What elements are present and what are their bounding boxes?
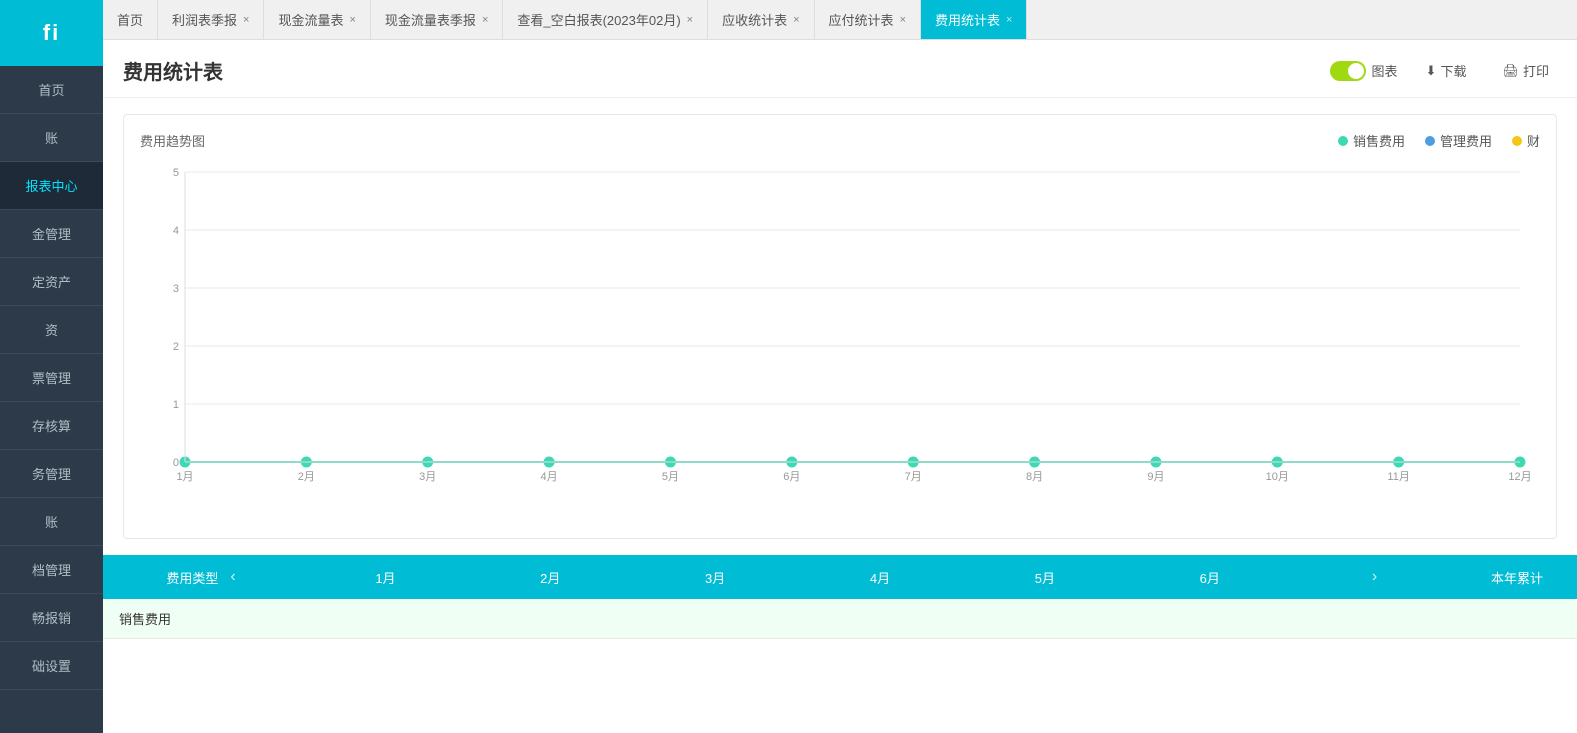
- svg-text:9月: 9月: [1147, 471, 1164, 483]
- print-icon: 🖨: [1502, 63, 1519, 79]
- svg-text:5: 5: [173, 167, 179, 179]
- sidebar-item-file-mgmt[interactable]: 档管理: [0, 546, 103, 594]
- sidebar-item-service-mgmt[interactable]: 务管理: [0, 450, 103, 498]
- th-month-1月: 1月: [303, 568, 468, 587]
- tab-close-expense-stats[interactable]: ×: [1006, 14, 1012, 26]
- tab-profit-quarterly[interactable]: 利润表季报×: [158, 0, 264, 39]
- th-month-4月: 4月: [798, 568, 963, 587]
- svg-text:10月: 10月: [1266, 471, 1289, 483]
- th-type: 费用类型‹: [103, 568, 303, 587]
- th-month-3月: 3月: [633, 568, 798, 587]
- download-button[interactable]: ⬇ 下载: [1418, 57, 1475, 84]
- download-icon: ⬇: [1426, 63, 1437, 79]
- th-month-2月: 2月: [468, 568, 633, 587]
- sidebar-item-sub-account[interactable]: 账: [0, 498, 103, 546]
- svg-text:0: 0: [173, 457, 179, 469]
- chart-toggle-label: 图表: [1372, 61, 1398, 80]
- sidebar: fi 首页账报表中心金管理定资产资票管理存核算务管理账档管理畅报销础设置: [0, 0, 103, 733]
- sidebar-item-report-center[interactable]: 报表中心: [0, 162, 103, 210]
- sidebar-scroll: 首页账报表中心金管理定资产资票管理存核算务管理账档管理畅报销础设置: [0, 66, 103, 733]
- legend-dot-admin: [1425, 136, 1435, 146]
- sidebar-item-fund-mgmt[interactable]: 金管理: [0, 210, 103, 258]
- tab-home[interactable]: 首页: [103, 0, 158, 39]
- tab-receivable[interactable]: 应收统计表×: [708, 0, 814, 39]
- chart-toggle-wrap: 图表: [1330, 61, 1398, 81]
- svg-text:3: 3: [173, 283, 179, 295]
- table-header-row: 费用类型‹1月2月3月4月5月6月 › 本年累计: [103, 555, 1577, 599]
- tab-view-blank[interactable]: 查看_空白报表(2023年02月)×: [503, 0, 708, 39]
- tab-cashflow-quarterly[interactable]: 现金流量表季报×: [371, 0, 503, 39]
- sidebar-logo: fi: [0, 0, 103, 66]
- legend-item-sales: 销售费用: [1338, 131, 1405, 150]
- table-prev-arrow[interactable]: ‹: [226, 568, 239, 586]
- svg-text:7月: 7月: [905, 471, 922, 483]
- sidebar-item-investment[interactable]: 资: [0, 306, 103, 354]
- sidebar-item-fixed-assets[interactable]: 定资产: [0, 258, 103, 306]
- tab-close-cashflow[interactable]: ×: [349, 14, 355, 26]
- tab-close-view-blank[interactable]: ×: [687, 14, 693, 26]
- tab-bar: 首页利润表季报×现金流量表×现金流量表季报×查看_空白报表(2023年02月)×…: [103, 0, 1577, 40]
- th-month-5月: 5月: [962, 568, 1127, 587]
- print-button[interactable]: 🖨 打印: [1494, 57, 1557, 84]
- page-title: 费用统计表: [123, 56, 223, 85]
- tab-close-receivable[interactable]: ×: [793, 14, 799, 26]
- tab-expense-stats[interactable]: 费用统计表×: [921, 0, 1027, 39]
- tab-payable[interactable]: 应付统计表×: [815, 0, 921, 39]
- svg-text:2月: 2月: [298, 471, 315, 483]
- download-label: 下载: [1440, 61, 1466, 80]
- svg-text:6月: 6月: [783, 471, 800, 483]
- th-month-6月: 6月: [1127, 568, 1292, 587]
- table-body: 销售费用: [103, 599, 1577, 639]
- th-ytd: 本年累计: [1457, 568, 1577, 587]
- svg-text:4: 4: [173, 225, 179, 237]
- svg-text:1: 1: [173, 399, 179, 411]
- td-type: 销售费用: [103, 609, 303, 628]
- sidebar-item-basic-settings[interactable]: 础设置: [0, 642, 103, 690]
- sidebar-item-home[interactable]: 首页: [0, 66, 103, 114]
- page-content: 费用统计表 图表 ⬇ 下载 🖨 打印 费用趋势图 销售费用管理: [103, 40, 1577, 733]
- svg-text:4月: 4月: [541, 471, 558, 483]
- header-actions: 图表 ⬇ 下载 🖨 打印: [1330, 57, 1557, 84]
- main-area: 首页利润表季报×现金流量表×现金流量表季报×查看_空白报表(2023年02月)×…: [103, 0, 1577, 733]
- svg-text:8月: 8月: [1026, 471, 1043, 483]
- print-label: 打印: [1523, 61, 1549, 80]
- chart-section: 费用趋势图 销售费用 管理费用 财 0 1 2 3 4 5 1月 2月 3月 4月 5月 6月 7月 8月 9月…: [123, 114, 1557, 539]
- svg-text:2: 2: [173, 341, 179, 353]
- svg-text:3月: 3月: [419, 471, 436, 483]
- tab-close-payable[interactable]: ×: [900, 14, 906, 26]
- chart-legend: 销售费用 管理费用 财: [1338, 131, 1540, 150]
- chart-header: 费用趋势图 销售费用 管理费用 财: [140, 131, 1540, 150]
- sidebar-item-inventory[interactable]: 存核算: [0, 402, 103, 450]
- svg-text:5月: 5月: [662, 471, 679, 483]
- tab-close-profit-quarterly[interactable]: ×: [243, 14, 249, 26]
- page-header: 费用统计表 图表 ⬇ 下载 🖨 打印: [103, 40, 1577, 98]
- sidebar-item-invoice-mgmt[interactable]: 票管理: [0, 354, 103, 402]
- svg-text:11月: 11月: [1387, 471, 1409, 483]
- tab-cashflow[interactable]: 现金流量表×: [264, 0, 370, 39]
- table-row: 销售费用: [103, 599, 1577, 639]
- table-section: 费用类型‹1月2月3月4月5月6月 › 本年累计 销售费用: [103, 555, 1577, 639]
- legend-item-finance: 财: [1512, 131, 1540, 150]
- chart-toggle[interactable]: [1330, 61, 1366, 81]
- svg-text:12月: 12月: [1508, 471, 1531, 483]
- chart-svg-wrap: 0 1 2 3 4 5 1月 2月 3月 4月 5月 6月 7月 8月 9月 10月 11月 12月: [140, 162, 1540, 522]
- table-next-arrow[interactable]: ›: [1368, 568, 1381, 585]
- legend-dot-sales: [1338, 136, 1348, 146]
- chart-title: 费用趋势图: [140, 131, 205, 150]
- legend-item-admin: 管理费用: [1425, 131, 1492, 150]
- svg-text:1月: 1月: [176, 471, 193, 483]
- legend-dot-finance: [1512, 136, 1522, 146]
- sidebar-item-account[interactable]: 账: [0, 114, 103, 162]
- sidebar-item-unblocking[interactable]: 畅报销: [0, 594, 103, 642]
- tab-close-cashflow-quarterly[interactable]: ×: [482, 14, 488, 26]
